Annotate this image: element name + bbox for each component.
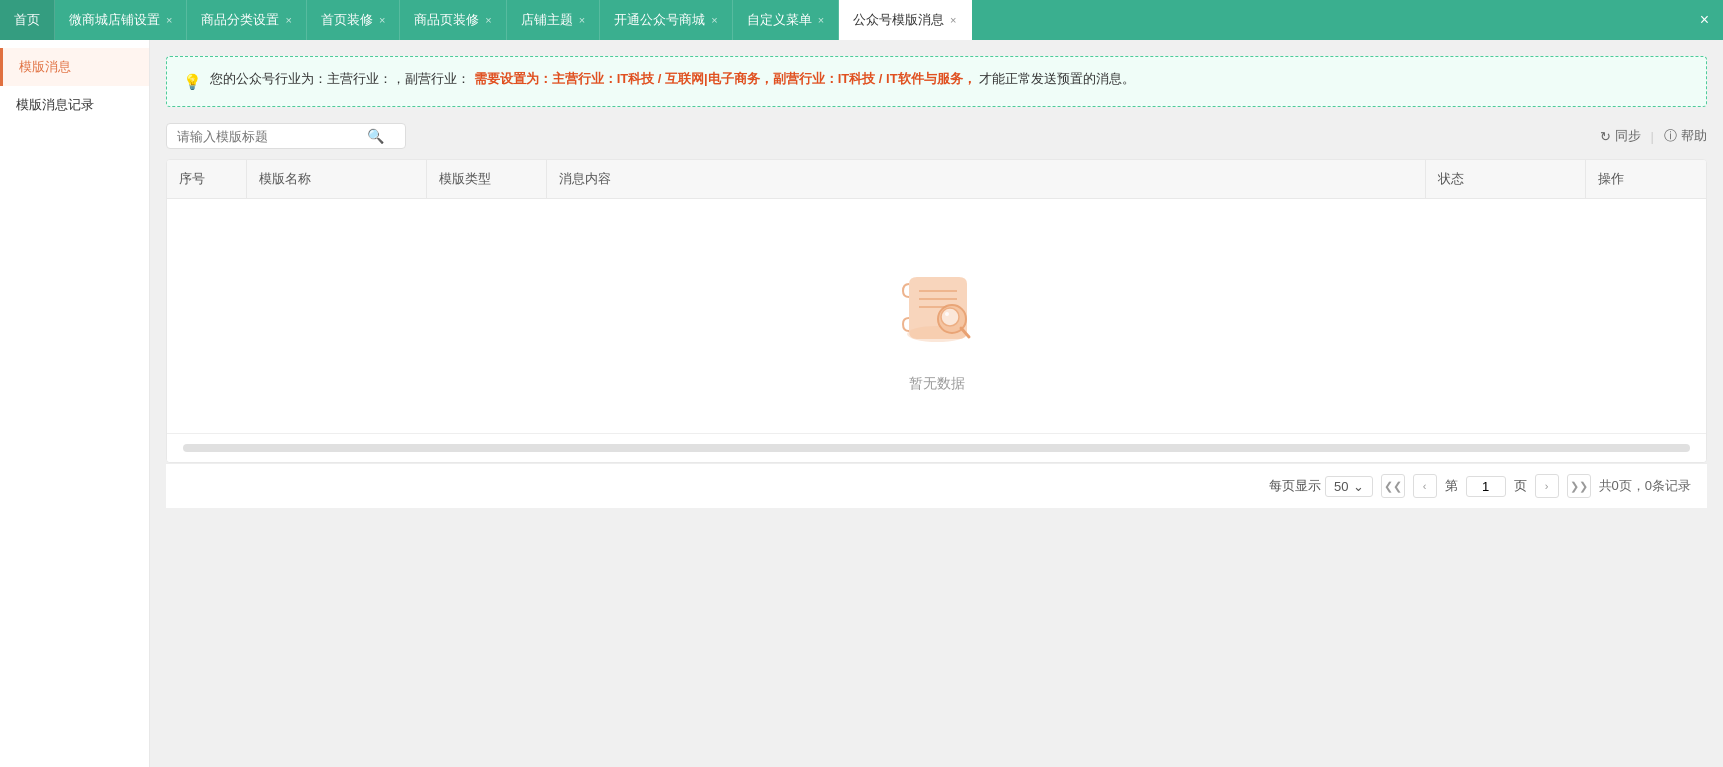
fake-scrollbar[interactable] <box>183 444 1690 452</box>
page-input[interactable] <box>1466 476 1506 497</box>
search-bar: 🔍 ↻ 同步 | ⓘ 帮助 <box>166 123 1707 149</box>
tab-home-decor[interactable]: 首页装修 × <box>307 0 400 40</box>
close-all-tabs-button[interactable]: × <box>1686 0 1723 40</box>
main-layout: 模版消息 模版消息记录 💡 您的公众号行业为：主营行业：，副营行业： 需要设置为… <box>0 40 1723 767</box>
close-wechat-shop-icon[interactable]: × <box>166 14 172 26</box>
tab-product-decor-label: 商品页装修 <box>414 11 479 29</box>
empty-state: 暂无数据 <box>167 199 1706 433</box>
tab-wechat-shop-label: 微商城店铺设置 <box>69 11 160 29</box>
help-circle-icon: ⓘ <box>1664 127 1677 145</box>
page-size-dropdown[interactable]: 50 ⌄ <box>1325 476 1372 497</box>
search-button[interactable]: 🔍 <box>367 128 384 144</box>
tab-product-decor[interactable]: 商品页装修 × <box>400 0 506 40</box>
notice-banner: 💡 您的公众号行业为：主营行业：，副营行业： 需要设置为：主营行业：IT科技 /… <box>166 56 1707 107</box>
col-status: 状态 <box>1426 160 1586 198</box>
close-home-decor-icon[interactable]: × <box>379 14 385 26</box>
tab-shop-theme-label: 店铺主题 <box>521 11 573 29</box>
notice-highlight: 需要设置为：主营行业：IT科技 / 互联网|电子商务，副营行业：IT科技 / I… <box>474 71 976 86</box>
close-template-msg-icon[interactable]: × <box>950 14 956 26</box>
svg-point-7 <box>945 312 949 316</box>
tab-template-msg[interactable]: 公众号模版消息 × <box>839 0 971 40</box>
page-prev-button[interactable]: ‹ <box>1413 474 1437 498</box>
tab-open-mall-label: 开通公众号商城 <box>614 11 705 29</box>
chevron-down-icon: ⌄ <box>1353 479 1364 494</box>
page-first-button[interactable]: ❮❮ <box>1381 474 1405 498</box>
pagination-bar: 每页显示 50 ⌄ ❮❮ ‹ 第 页 › ❯❯ 共0页，0条记录 <box>166 463 1707 508</box>
empty-text: 暂无数据 <box>909 375 965 393</box>
search-actions: ↻ 同步 | ⓘ 帮助 <box>1600 127 1707 145</box>
col-action: 操作 <box>1586 160 1706 198</box>
table-header: 序号 模版名称 模版类型 消息内容 状态 操作 <box>167 160 1706 199</box>
tab-product-category[interactable]: 商品分类设置 × <box>187 0 306 40</box>
tab-product-category-label: 商品分类设置 <box>201 11 279 29</box>
search-input[interactable] <box>177 129 367 144</box>
col-index: 序号 <box>167 160 247 198</box>
scrollbar-area <box>167 433 1706 462</box>
data-table: 序号 模版名称 模版类型 消息内容 状态 操作 <box>166 159 1707 463</box>
svg-point-5 <box>941 308 959 326</box>
page-next-button[interactable]: › <box>1535 474 1559 498</box>
notice-icon: 💡 <box>183 70 202 94</box>
sidebar-item-template-record-label: 模版消息记录 <box>16 97 94 112</box>
close-product-decor-icon[interactable]: × <box>485 14 491 26</box>
close-custom-menu-icon[interactable]: × <box>818 14 824 26</box>
empty-illustration <box>887 259 987 359</box>
page-last-button[interactable]: ❯❯ <box>1567 474 1591 498</box>
sync-label: 同步 <box>1615 127 1641 145</box>
di-label: 第 <box>1445 477 1458 495</box>
help-label: 帮助 <box>1681 127 1707 145</box>
close-open-mall-icon[interactable]: × <box>711 14 717 26</box>
notice-text: 您的公众号行业为：主营行业：，副营行业： 需要设置为：主营行业：IT科技 / 互… <box>210 69 1135 90</box>
tab-home[interactable]: 首页 <box>0 0 55 40</box>
tab-custom-menu[interactable]: 自定义菜单 × <box>733 0 839 40</box>
close-product-category-icon[interactable]: × <box>285 14 291 26</box>
sidebar-item-template-record[interactable]: 模版消息记录 <box>0 86 149 124</box>
page-size-value: 50 <box>1334 479 1348 494</box>
tab-custom-menu-label: 自定义菜单 <box>747 11 812 29</box>
sidebar-item-template-message-label: 模版消息 <box>19 59 71 74</box>
tab-home-decor-label: 首页装修 <box>321 11 373 29</box>
tab-template-msg-label: 公众号模版消息 <box>853 11 944 29</box>
col-type: 模版类型 <box>427 160 547 198</box>
page-size-select: 每页显示 50 ⌄ <box>1269 476 1372 497</box>
page-size-label: 每页显示 <box>1269 477 1321 495</box>
page-unit-label: 页 <box>1514 477 1527 495</box>
tab-open-mall[interactable]: 开通公众号商城 × <box>600 0 732 40</box>
page-total: 共0页，0条记录 <box>1599 477 1691 495</box>
sync-button[interactable]: ↻ 同步 <box>1600 127 1641 145</box>
help-button[interactable]: ⓘ 帮助 <box>1664 127 1707 145</box>
divider: | <box>1651 129 1654 144</box>
tab-home-label: 首页 <box>14 11 40 29</box>
content-area: 💡 您的公众号行业为：主营行业：，副营行业： 需要设置为：主营行业：IT科技 /… <box>150 40 1723 767</box>
sidebar-item-template-message[interactable]: 模版消息 <box>0 48 149 86</box>
sidebar: 模版消息 模版消息记录 <box>0 40 150 767</box>
sync-icon: ↻ <box>1600 129 1611 144</box>
close-shop-theme-icon[interactable]: × <box>579 14 585 26</box>
tab-shop-theme[interactable]: 店铺主题 × <box>507 0 600 40</box>
search-input-wrap: 🔍 <box>166 123 406 149</box>
tab-wechat-shop[interactable]: 微商城店铺设置 × <box>55 0 187 40</box>
col-content: 消息内容 <box>547 160 1426 198</box>
top-nav: 首页 微商城店铺设置 × 商品分类设置 × 首页装修 × 商品页装修 × 店铺主… <box>0 0 1723 40</box>
col-name: 模版名称 <box>247 160 427 198</box>
